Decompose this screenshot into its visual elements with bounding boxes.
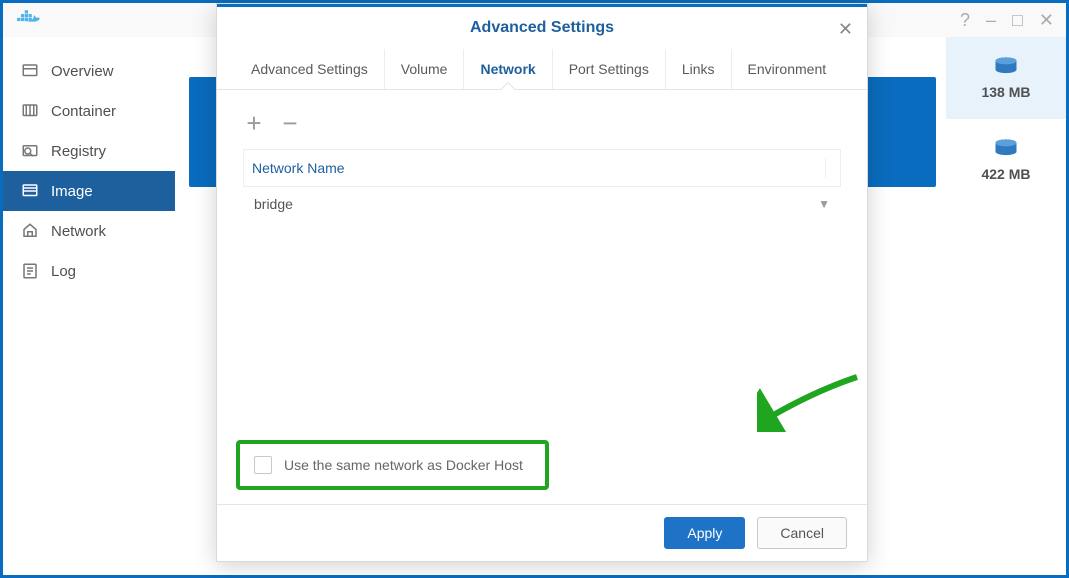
sidebar-item-network[interactable]: Network <box>3 211 175 251</box>
overview-icon <box>21 62 39 80</box>
image-card[interactable]: 138 MB <box>946 37 1066 119</box>
sidebar-item-image[interactable]: Image <box>3 171 175 211</box>
container-icon <box>21 102 39 120</box>
tab-links[interactable]: Links <box>665 49 731 89</box>
dialog-body: + − Network Name bridge ▼ Use the same n… <box>217 90 867 504</box>
network-icon <box>21 222 39 240</box>
maximize-button[interactable]: □ <box>1012 10 1023 31</box>
cancel-button[interactable]: Cancel <box>757 517 847 549</box>
minimize-button[interactable]: – <box>986 10 996 31</box>
image-icon <box>21 182 39 200</box>
dialog-header: Advanced Settings ✕ <box>217 7 867 41</box>
network-toolbar: + − <box>243 104 841 149</box>
add-network-button[interactable]: + <box>243 108 265 139</box>
sidebar-item-label: Network <box>51 223 106 240</box>
network-column-header: Network Name <box>243 149 841 187</box>
use-host-network-checkbox[interactable] <box>254 456 272 474</box>
dialog-close-button[interactable]: ✕ <box>838 19 853 40</box>
dialog-title: Advanced Settings <box>470 19 614 36</box>
tab-volume[interactable]: Volume <box>384 49 464 89</box>
sidebar-item-registry[interactable]: Registry <box>3 131 175 171</box>
sidebar-item-label: Overview <box>51 63 114 80</box>
tab-network[interactable]: Network <box>463 49 551 89</box>
sidebar-item-container[interactable]: Container <box>3 91 175 131</box>
dialog-tabs: Advanced Settings Volume Network Port Se… <box>217 49 867 90</box>
help-button[interactable]: ? <box>960 10 970 31</box>
close-window-button[interactable]: ✕ <box>1039 10 1054 31</box>
network-row-value: bridge <box>254 196 293 212</box>
tab-environment[interactable]: Environment <box>731 49 843 89</box>
sidebar-item-label: Image <box>51 183 93 200</box>
disk-stack-icon <box>992 138 1020 160</box>
sidebar: Overview Container Registry Image Networ… <box>3 37 175 575</box>
sidebar-item-label: Log <box>51 263 76 280</box>
image-size-label: 138 MB <box>981 84 1030 100</box>
remove-network-button[interactable]: − <box>279 108 301 139</box>
image-size-label: 422 MB <box>981 166 1030 182</box>
disk-stack-icon <box>992 56 1020 78</box>
tab-port-settings[interactable]: Port Settings <box>552 49 665 89</box>
advanced-settings-dialog: Advanced Settings ✕ Advanced Settings Vo… <box>216 3 868 562</box>
use-host-network-highlight: Use the same network as Docker Host <box>236 440 549 490</box>
sidebar-item-log[interactable]: Log <box>3 251 175 291</box>
annotation-arrow-icon <box>757 372 867 432</box>
log-icon <box>21 262 39 280</box>
use-host-network-label: Use the same network as Docker Host <box>284 457 523 473</box>
apply-button[interactable]: Apply <box>664 517 745 549</box>
sidebar-item-overview[interactable]: Overview <box>3 51 175 91</box>
chevron-down-icon: ▼ <box>818 197 830 211</box>
dialog-footer: Apply Cancel <box>217 504 867 561</box>
image-card[interactable]: 422 MB <box>946 119 1066 201</box>
sidebar-item-label: Registry <box>51 143 106 160</box>
network-row-dropdown[interactable]: bridge ▼ <box>243 187 841 221</box>
app-window: ? – □ ✕ Overview Container Registry Imag… <box>0 0 1069 578</box>
docker-logo-icon <box>15 10 41 30</box>
image-size-panel: 138 MB 422 MB <box>946 37 1066 575</box>
sidebar-item-label: Container <box>51 103 116 120</box>
tab-advanced-settings[interactable]: Advanced Settings <box>235 49 384 89</box>
registry-icon <box>21 142 39 160</box>
